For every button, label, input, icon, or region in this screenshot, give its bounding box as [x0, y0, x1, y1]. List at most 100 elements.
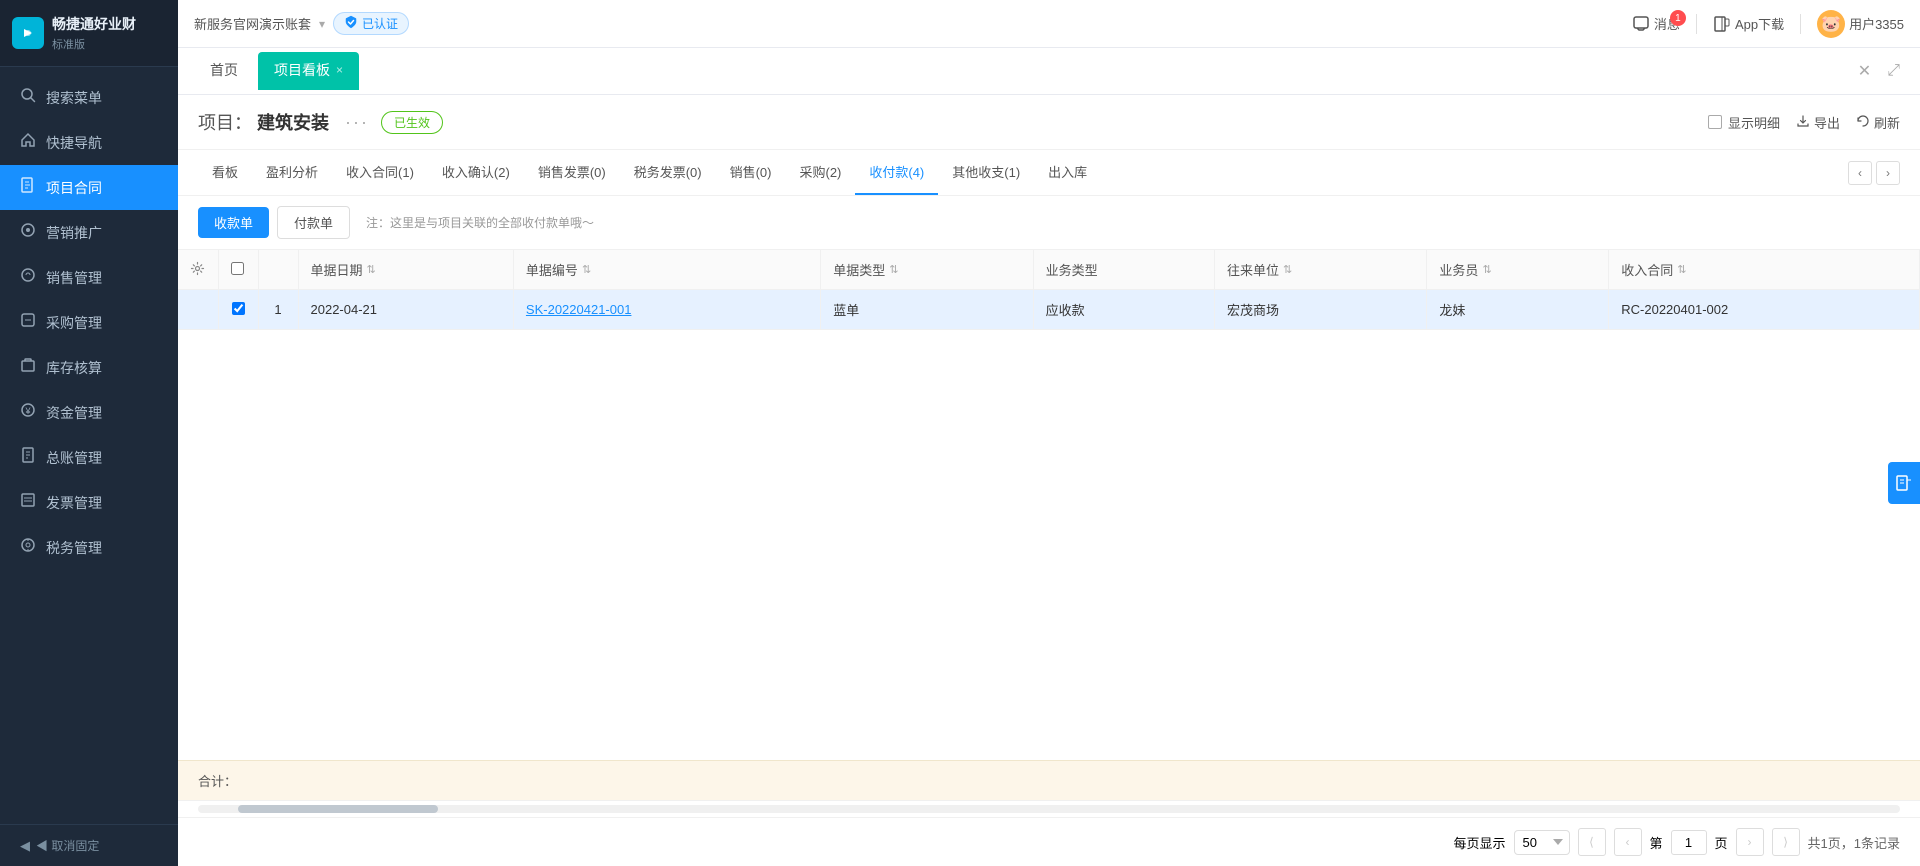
td-code[interactable]: SK-20220421-001 [513, 290, 820, 330]
svg-text:¥: ¥ [25, 406, 32, 416]
td-checkbox[interactable] [218, 290, 258, 330]
page-number-input[interactable] [1671, 830, 1707, 855]
window-close-button[interactable]: ✕ [1854, 57, 1875, 85]
sidebar-item-label-purchase: 采购管理 [46, 313, 102, 333]
sidebar-item-ledger[interactable]: 总账管理 [0, 435, 178, 480]
th-row-num [258, 250, 298, 290]
sub-tab-other-income[interactable]: 其他收支(1) [938, 150, 1034, 195]
shield-icon [344, 15, 358, 32]
sidebar-item-label-sales: 销售管理 [46, 268, 102, 288]
topbar-left: 新服务官网演示账套 ▾ 已认证 [194, 12, 409, 35]
horizontal-scrollbar[interactable] [178, 800, 1920, 817]
type-sort-icon: ⇅ [889, 263, 898, 276]
footer-total-bar: 合计： [178, 760, 1920, 800]
main-content: 新服务官网演示账套 ▾ 已认证 消息 1 App下载 🐷 [178, 0, 1920, 866]
tab-close-icon[interactable]: × [336, 63, 343, 77]
sidebar-item-quick-nav[interactable]: 快捷导航 [0, 120, 178, 165]
td-date: 2022-04-21 [298, 290, 513, 330]
table-row[interactable]: 1 2022-04-21 SK-20220421-001 蓝单 应收款 宏茂商场… [178, 290, 1920, 330]
sidebar-item-label-funds: 资金管理 [46, 403, 102, 423]
sidebar-item-search[interactable]: 搜索菜单 [0, 75, 178, 120]
sub-tab-purchase-label: 采购(2) [799, 165, 841, 180]
sidebar-item-invoice[interactable]: 发票管理 [0, 480, 178, 525]
payment-button[interactable]: 付款单 [277, 206, 350, 239]
filter-bar: 收款单 付款单 注：这里是与项目关联的全部收付款单哦～ [178, 196, 1920, 250]
sub-tabs-next-button[interactable]: › [1876, 161, 1900, 185]
refresh-button[interactable]: 刷新 [1856, 113, 1900, 132]
search-icon [20, 87, 36, 108]
sidebar-item-label-quick-nav: 快捷导航 [46, 133, 102, 153]
sub-tab-income-confirm-label: 收入确认(2) [442, 165, 510, 180]
td-salesperson: 龙妹 [1427, 290, 1609, 330]
per-page-label: 每页显示 [1453, 833, 1505, 852]
sub-tab-sales-invoice[interactable]: 销售发票(0) [524, 150, 620, 195]
per-page-select[interactable]: 50 10 20 100 [1514, 830, 1570, 855]
app-name: 畅捷通好业财 [52, 14, 136, 34]
sidebar-item-inventory[interactable]: 库存核算 [0, 345, 178, 390]
refresh-icon [1856, 114, 1870, 131]
th-partner-label: 往来单位 [1227, 260, 1279, 279]
th-date[interactable]: 单据日期 ⇅ [298, 250, 513, 290]
sidebar-item-marketing[interactable]: 营销推广 [0, 210, 178, 255]
select-all-checkbox[interactable] [231, 262, 244, 275]
last-page-button[interactable]: ⟩ [1772, 828, 1800, 856]
sidebar-unpin-button[interactable]: ◀ ◀ 取消固定 [0, 824, 178, 866]
tab-home[interactable]: 首页 [194, 48, 254, 94]
show-detail-checkbox[interactable]: 显示明细 [1708, 113, 1780, 132]
td-biz-type: 应收款 [1033, 290, 1214, 330]
sub-tab-income-confirm[interactable]: 收入确认(2) [428, 150, 524, 195]
user-label: 用户3355 [1849, 14, 1904, 33]
export-button[interactable]: 导出 [1796, 113, 1840, 132]
sidebar-item-funds[interactable]: ¥ 资金管理 [0, 390, 178, 435]
settings-icon [190, 264, 205, 279]
sub-tab-sales[interactable]: 销售(0) [716, 150, 786, 195]
tab-project-board-label: 项目看板 [274, 60, 330, 80]
td-partner: 宏茂商场 [1214, 290, 1426, 330]
th-type[interactable]: 单据类型 ⇅ [821, 250, 1033, 290]
message-button[interactable]: 消息 1 [1632, 14, 1680, 33]
app-download-button[interactable]: App下载 [1713, 14, 1784, 33]
unpin-label: ◀ 取消固定 [36, 837, 99, 854]
user-profile-button[interactable]: 🐷 用户3355 [1817, 10, 1904, 38]
th-settings[interactable] [178, 250, 218, 290]
sub-tab-other-income-label: 其他收支(1) [952, 165, 1020, 180]
sidebar-item-project-contract[interactable]: 项目合同 [0, 165, 178, 210]
sub-tab-income-contract[interactable]: 收入合同(1) [332, 150, 428, 195]
sub-tab-in-out-store[interactable]: 出入库 [1034, 150, 1101, 195]
scrollbar-thumb[interactable] [238, 805, 438, 813]
project-title: 项目： 建筑安装 [198, 109, 329, 135]
th-partner[interactable]: 往来单位 ⇅ [1214, 250, 1426, 290]
prev-page-button[interactable]: ‹ [1614, 828, 1642, 856]
sub-tab-payment[interactable]: 收付款(4) [855, 150, 938, 195]
app-logo-icon [12, 17, 44, 49]
th-checkbox[interactable] [218, 250, 258, 290]
floating-action-button[interactable] [1888, 462, 1920, 504]
project-more-icon[interactable]: ··· [345, 112, 369, 133]
first-page-button[interactable]: ⟨ [1578, 828, 1606, 856]
next-page-button[interactable]: › [1736, 828, 1764, 856]
sidebar-item-sales[interactable]: 销售管理 [0, 255, 178, 300]
th-income-contract[interactable]: 收入合同 ⇅ [1609, 250, 1920, 290]
tax-icon [20, 537, 36, 558]
sub-tabs-prev-button[interactable]: ‹ [1848, 161, 1872, 185]
sidebar-item-tax[interactable]: 税务管理 [0, 525, 178, 570]
tab-project-board[interactable]: 项目看板 × [258, 52, 359, 90]
sub-tab-board[interactable]: 看板 [198, 150, 252, 195]
workspace-name: 新服务官网演示账套 [194, 14, 311, 33]
sub-tab-tax-invoice[interactable]: 税务发票(0) [620, 150, 716, 195]
certified-label: 已认证 [362, 15, 398, 32]
td-code-link[interactable]: SK-20220421-001 [526, 302, 632, 317]
row-checkbox[interactable] [232, 302, 245, 315]
sub-tab-purchase[interactable]: 采购(2) [785, 150, 855, 195]
sidebar-item-purchase[interactable]: 采购管理 [0, 300, 178, 345]
th-code[interactable]: 单据编号 ⇅ [513, 250, 820, 290]
workspace-dropdown-icon[interactable]: ▾ [319, 17, 325, 31]
sub-tab-profit[interactable]: 盈利分析 [252, 150, 332, 195]
th-salesperson[interactable]: 业务员 ⇅ [1427, 250, 1609, 290]
project-actions: 显示明细 导出 刷新 [1708, 113, 1900, 132]
sales-icon [20, 267, 36, 288]
window-maximize-button[interactable]: ⤢ [1883, 58, 1904, 84]
th-date-label: 单据日期 [311, 260, 363, 279]
receipt-button[interactable]: 收款单 [198, 207, 269, 238]
partner-sort-icon: ⇅ [1283, 263, 1292, 276]
